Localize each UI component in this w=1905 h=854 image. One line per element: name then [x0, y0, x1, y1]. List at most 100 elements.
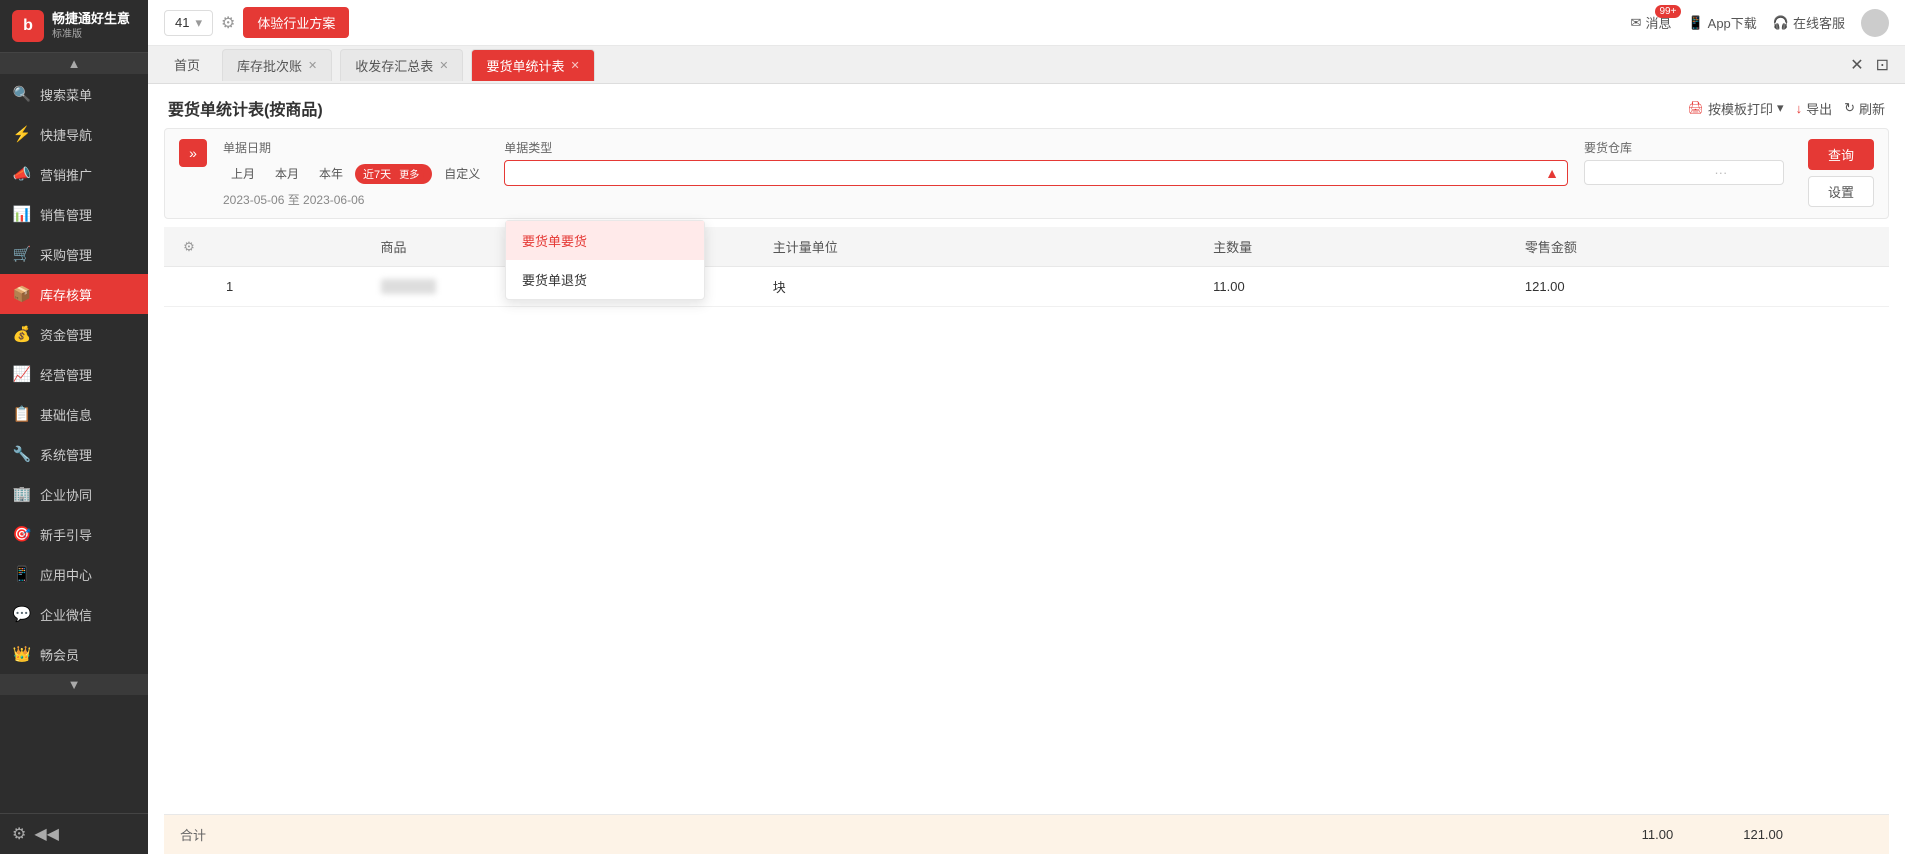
print-button[interactable]: 🖨 按模板打印 ▾ [1688, 99, 1784, 118]
filter-actions: 查询 设置 [1808, 139, 1874, 207]
page-title: 要货单统计表(按商品) [168, 96, 323, 120]
column-settings-icon[interactable]: ⚙ [183, 239, 195, 254]
app-icon: 📱 [1687, 15, 1703, 31]
enterprise-label: 企业协同 [40, 485, 92, 504]
row-index: 1 [214, 267, 369, 307]
message-badge: 99+ [1655, 5, 1682, 18]
date-pill-recent7[interactable]: 近7天 更多 [355, 164, 432, 184]
tab-home[interactable]: 首页 [160, 49, 214, 80]
filter-expand-button[interactable]: » [179, 139, 207, 167]
base-info-label: 基础信息 [40, 405, 92, 424]
col-unit-header: 主计量单位 [761, 227, 1201, 267]
row-col-settings [164, 267, 214, 307]
store-selector[interactable]: 41 ▾ [164, 10, 213, 36]
operation-icon: 📈 [12, 364, 32, 384]
tabs-bar: 首页库存批次账✕收发存汇总表✕要货单统计表✕ ✕ ⊡ [148, 46, 1905, 84]
col-qty-header: 主数量 [1201, 227, 1513, 267]
table-footer: 合计 11.00 121.00 [164, 814, 1889, 854]
sidebar-bottom: ⚙ ◀◀ [0, 813, 148, 854]
base-info-icon: 📋 [12, 404, 32, 424]
refresh-button[interactable]: ↻ 刷新 [1844, 99, 1885, 118]
sidebar-item-system[interactable]: 🔧 系统管理 [0, 434, 148, 474]
system-icon: 🔧 [12, 444, 32, 464]
sidebar-collapse-icon[interactable]: ◀◀ [34, 824, 59, 844]
online-service-button[interactable]: 🎧 在线客服 [1773, 13, 1845, 32]
type-filter-label: 单据类型 [504, 139, 1568, 156]
sidebar-item-app-center[interactable]: 📱 应用中心 [0, 554, 148, 594]
refresh-icon: ↻ [1844, 100, 1855, 116]
sidebar-item-wechat[interactable]: 💬 企业微信 [0, 594, 148, 634]
footer-label: 合计 [180, 825, 206, 844]
sidebar-item-enterprise[interactable]: 🏢 企业协同 [0, 474, 148, 514]
brand-name: 畅捷通好生意 [52, 11, 130, 28]
tab-inventory-batch[interactable]: 库存批次账✕ [222, 49, 332, 81]
data-table: ⚙ 商品 主计量单位 主数量 零售金额 1 ██████ 块 11.00 121… [164, 227, 1889, 307]
sidebar-item-inventory[interactable]: 📦 库存核算 [0, 274, 148, 314]
sidebar-item-member[interactable]: 👑 畅会员 [0, 634, 148, 674]
date-pill-last-month[interactable]: 上月 [223, 162, 263, 185]
sidebar-item-purchase[interactable]: 🛒 采购管理 [0, 234, 148, 274]
store-name: 41 [175, 15, 189, 30]
warehouse-filter-group: 要货仓库 ··· [1584, 139, 1784, 185]
sidebar-item-search[interactable]: 🔍 搜索菜单 [0, 74, 148, 114]
sidebar-item-guide[interactable]: 🎯 新手引导 [0, 514, 148, 554]
export-label: 导出 [1806, 99, 1832, 118]
table-container[interactable]: ⚙ 商品 主计量单位 主数量 零售金额 1 ██████ 块 11.00 121… [164, 227, 1889, 814]
sidebar-item-sales[interactable]: 📊 销售管理 [0, 194, 148, 234]
tab-label-collect-summary: 收发存汇总表 [355, 56, 433, 75]
main-content: 41 ▾ ⚙ 体验行业方案 ✉ 消息 99+ 📱 App下载 🎧 在线客服 [148, 0, 1905, 854]
col-settings-header[interactable]: ⚙ [164, 227, 214, 267]
guide-icon: 🎯 [12, 524, 32, 544]
type-filter-input[interactable] [513, 166, 1545, 181]
filter-bar: » 单据日期 上月 本月 本年 近7天 更多 自定义 2023-05-06 至 … [164, 128, 1889, 219]
sidebar-item-operation[interactable]: 📈 经营管理 [0, 354, 148, 394]
tab-minimize-icon[interactable]: ✕ [1846, 51, 1867, 79]
warehouse-more-icon[interactable]: ··· [1714, 165, 1775, 180]
search-icon: 🔍 [12, 84, 32, 104]
tab-order-summary[interactable]: 要货单统计表✕ [471, 49, 594, 81]
tab-close-collect-summary[interactable]: ✕ [439, 59, 448, 72]
settings-filter-button[interactable]: 设置 [1808, 176, 1874, 207]
topbar-settings-icon[interactable]: ⚙ [221, 13, 235, 33]
sidebar-scroll-down[interactable]: ▼ [0, 674, 148, 695]
store-chevron-icon: ▾ [195, 15, 202, 31]
brand-sub: 标准版 [52, 28, 130, 41]
tab-close-inventory-batch[interactable]: ✕ [308, 59, 317, 72]
tab-collect-summary[interactable]: 收发存汇总表 ✕ [340, 49, 463, 81]
date-pill-custom[interactable]: 自定义 [436, 162, 488, 185]
messages-button[interactable]: ✉ 消息 99+ [1631, 13, 1672, 32]
dropdown-item-order-return[interactable]: 要货单退货 [506, 260, 704, 299]
type-filter-input-container: ▲ [504, 160, 1568, 186]
finance-icon: 💰 [12, 324, 32, 344]
sidebar-scroll-up[interactable]: ▲ [0, 53, 148, 74]
sidebar-item-finance[interactable]: 💰 资金管理 [0, 314, 148, 354]
tab-expand-icon[interactable]: ⊡ [1872, 51, 1893, 79]
sidebar: b 畅捷通好生意 标准版 ▲ 🔍 搜索菜单 ⚡ 快捷导航 📣 营销推广 📊 销售… [0, 0, 148, 854]
app-download-button[interactable]: 📱 App下载 [1687, 13, 1756, 32]
sidebar-settings-icon[interactable]: ⚙ [12, 824, 26, 844]
content-area: 要货单统计表(按商品) 🖨 按模板打印 ▾ ↓ 导出 ↻ 刷新 » [148, 84, 1905, 854]
row-qty: 11.00 [1201, 267, 1513, 307]
system-label: 系统管理 [40, 445, 92, 464]
logo-icon: b [12, 10, 44, 42]
query-button[interactable]: 查询 [1808, 139, 1874, 170]
col-amount-header: 零售金额 [1513, 227, 1889, 267]
sidebar-item-base-info[interactable]: 📋 基础信息 [0, 394, 148, 434]
quick-nav-icon: ⚡ [12, 124, 32, 144]
dropdown-item-order-goods[interactable]: 要货单要货 [506, 221, 704, 260]
service-icon: 🎧 [1773, 15, 1789, 31]
print-chevron-icon: ▾ [1777, 100, 1784, 116]
sidebar-item-marketing[interactable]: 📣 营销推广 [0, 154, 148, 194]
trial-button[interactable]: 体验行业方案 [243, 7, 349, 38]
row-amount: 121.00 [1513, 267, 1889, 307]
type-filter-chevron-up-icon[interactable]: ▲ [1545, 165, 1559, 181]
app-center-label: 应用中心 [40, 565, 92, 584]
message-icon: ✉ [1631, 15, 1642, 31]
marketing-label: 营销推广 [40, 165, 92, 184]
date-pill-this-year[interactable]: 本年 [311, 162, 351, 185]
sidebar-item-quick-nav[interactable]: ⚡ 快捷导航 [0, 114, 148, 154]
user-avatar[interactable] [1861, 9, 1889, 37]
date-pill-this-month[interactable]: 本月 [267, 162, 307, 185]
tab-close-order-summary[interactable]: ✕ [571, 59, 580, 72]
export-button[interactable]: ↓ 导出 [1796, 99, 1833, 118]
